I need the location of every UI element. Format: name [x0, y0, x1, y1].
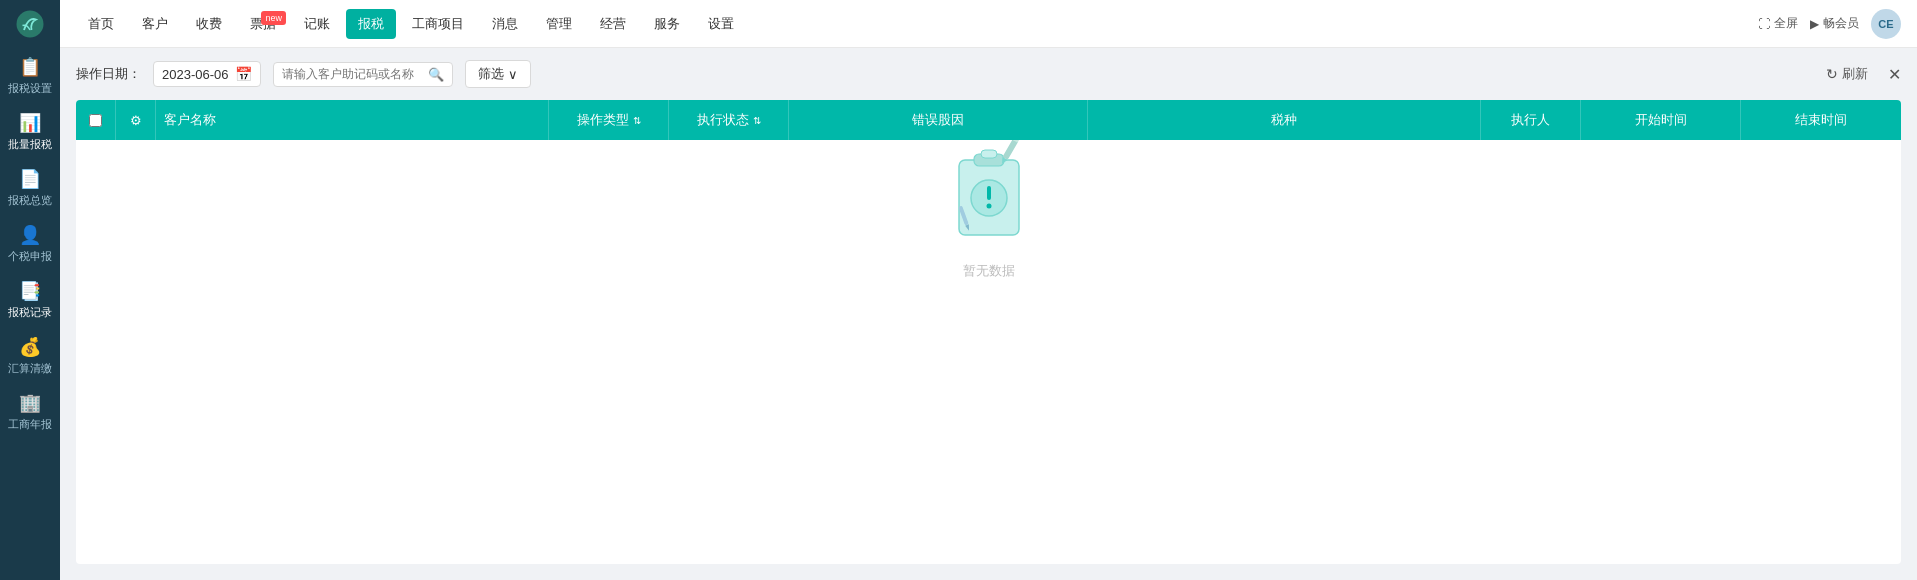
sort-icon-exec-status: ⇅	[753, 115, 761, 126]
select-all-checkbox[interactable]	[89, 114, 102, 127]
th-op-type[interactable]: 操作类型 ⇅	[549, 100, 669, 140]
nav-items: 首页 客户 收费 票据 new 记账 报税 工商项目 消息 管理 经营 服务 设…	[76, 9, 1758, 39]
date-input[interactable]: 2023-06-06 📅	[153, 61, 261, 87]
nav-customers[interactable]: 客户	[130, 9, 180, 39]
fullscreen-icon: ⛶	[1758, 17, 1770, 31]
sidebar-item-gongshang-nianbao[interactable]: 🏢 工商年报	[0, 384, 60, 440]
topnav: 首页 客户 收费 票据 new 记账 报税 工商项目 消息 管理 经营 服务 设…	[60, 0, 1917, 48]
chevron-down-icon: ∨	[508, 67, 518, 82]
sort-icon-op-type: ⇅	[633, 115, 641, 126]
nav-billing[interactable]: 收费	[184, 9, 234, 39]
sidebar-item-geshui-shenbao[interactable]: 👤 个税申报	[0, 216, 60, 272]
table-header: ⚙ 客户名称 操作类型 ⇅ 执行状态 ⇅ 错误股因 税种	[76, 100, 1901, 140]
svg-rect-7	[1002, 140, 1018, 160]
th-checkbox[interactable]	[76, 100, 116, 140]
sidebar: 📋 报税设置 📊 批量报税 📄 报税总览 👤 个税申报 📑 报税记录 💰 汇算清…	[0, 0, 60, 580]
content-area: 操作日期： 2023-06-06 📅 🔍 筛选 ∨ ↻ 刷新 ✕	[60, 48, 1917, 580]
baoshui-zonglanbiao-icon: 📄	[19, 168, 41, 190]
date-label: 操作日期：	[76, 65, 141, 83]
search-input[interactable]	[282, 67, 428, 81]
table-container: ⚙ 客户名称 操作类型 ⇅ 执行状态 ⇅ 错误股因 税种	[76, 100, 1901, 564]
gear-icon: ⚙	[130, 113, 142, 128]
fullscreen-button[interactable]: ⛶ 全屏	[1758, 15, 1798, 32]
toolbar: 操作日期： 2023-06-06 📅 🔍 筛选 ∨ ↻ 刷新 ✕	[60, 48, 1917, 100]
svg-rect-3	[981, 150, 997, 158]
th-end-time: 结束时间	[1741, 100, 1901, 140]
empty-text: 暂无数据	[963, 262, 1015, 280]
nav-manage[interactable]: 管理	[534, 9, 584, 39]
close-button[interactable]: ✕	[1888, 65, 1901, 84]
nav-accounting[interactable]: 记账	[292, 9, 342, 39]
nav-messages[interactable]: 消息	[480, 9, 530, 39]
search-icon: 🔍	[428, 67, 444, 82]
nav-operation[interactable]: 经营	[588, 9, 638, 39]
nav-tax[interactable]: 报税	[346, 9, 396, 39]
sidebar-item-baoshui-shezhi[interactable]: 📋 报税设置	[0, 48, 60, 104]
th-name: 客户名称	[156, 100, 549, 140]
nav-settings[interactable]: 设置	[696, 9, 746, 39]
search-input-wrap[interactable]: 🔍	[273, 62, 453, 87]
gongshang-nianbao-icon: 🏢	[19, 392, 41, 414]
refresh-icon: ↻	[1826, 66, 1838, 82]
baoshui-shezhi-icon: 📋	[19, 56, 41, 78]
svg-rect-5	[987, 186, 991, 200]
sidebar-item-baoshui-jilu[interactable]: 📑 报税记录	[0, 272, 60, 328]
sidebar-item-piliang-baoshui[interactable]: 📊 批量报税	[0, 104, 60, 160]
th-tax: 税种	[1088, 100, 1481, 140]
app-logo	[0, 0, 60, 48]
th-gear[interactable]: ⚙	[116, 100, 156, 140]
th-executor: 执行人	[1481, 100, 1581, 140]
th-error: 错误股因	[789, 100, 1088, 140]
th-start-time: 开始时间	[1581, 100, 1741, 140]
main-area: 首页 客户 收费 票据 new 记账 报税 工商项目 消息 管理 经营 服务 设…	[60, 0, 1917, 580]
geshui-shenbao-icon: 👤	[19, 224, 41, 246]
nav-invoices[interactable]: 票据 new	[238, 9, 288, 39]
member-icon: ▶	[1810, 17, 1819, 31]
filter-button[interactable]: 筛选 ∨	[465, 60, 531, 88]
member-button[interactable]: ▶ 畅会员	[1810, 15, 1859, 32]
calendar-icon: 📅	[235, 66, 252, 82]
nav-services[interactable]: 服务	[642, 9, 692, 39]
baoshui-jilu-icon: 📑	[19, 280, 41, 302]
sidebar-item-baoshui-zonglanbiao[interactable]: 📄 报税总览	[0, 160, 60, 216]
topnav-right: ⛶ 全屏 ▶ 畅会员 CE	[1758, 9, 1901, 39]
empty-state: 暂无数据	[76, 140, 1901, 280]
table-body: 暂无数据	[76, 140, 1901, 564]
nav-industrial[interactable]: 工商项目	[400, 9, 476, 39]
svg-point-0	[17, 11, 44, 38]
refresh-button[interactable]: ↻ 刷新	[1826, 65, 1868, 83]
piliang-baoshui-icon: 📊	[19, 112, 41, 134]
sidebar-item-huisuan-jiaona[interactable]: 💰 汇算清缴	[0, 328, 60, 384]
th-exec-status[interactable]: 执行状态 ⇅	[669, 100, 789, 140]
nav-home[interactable]: 首页	[76, 9, 126, 39]
new-badge: new	[261, 11, 286, 26]
svg-point-6	[986, 204, 991, 209]
huisuan-jiaona-icon: 💰	[19, 336, 41, 358]
avatar[interactable]: CE	[1871, 9, 1901, 39]
empty-illustration	[939, 140, 1039, 250]
